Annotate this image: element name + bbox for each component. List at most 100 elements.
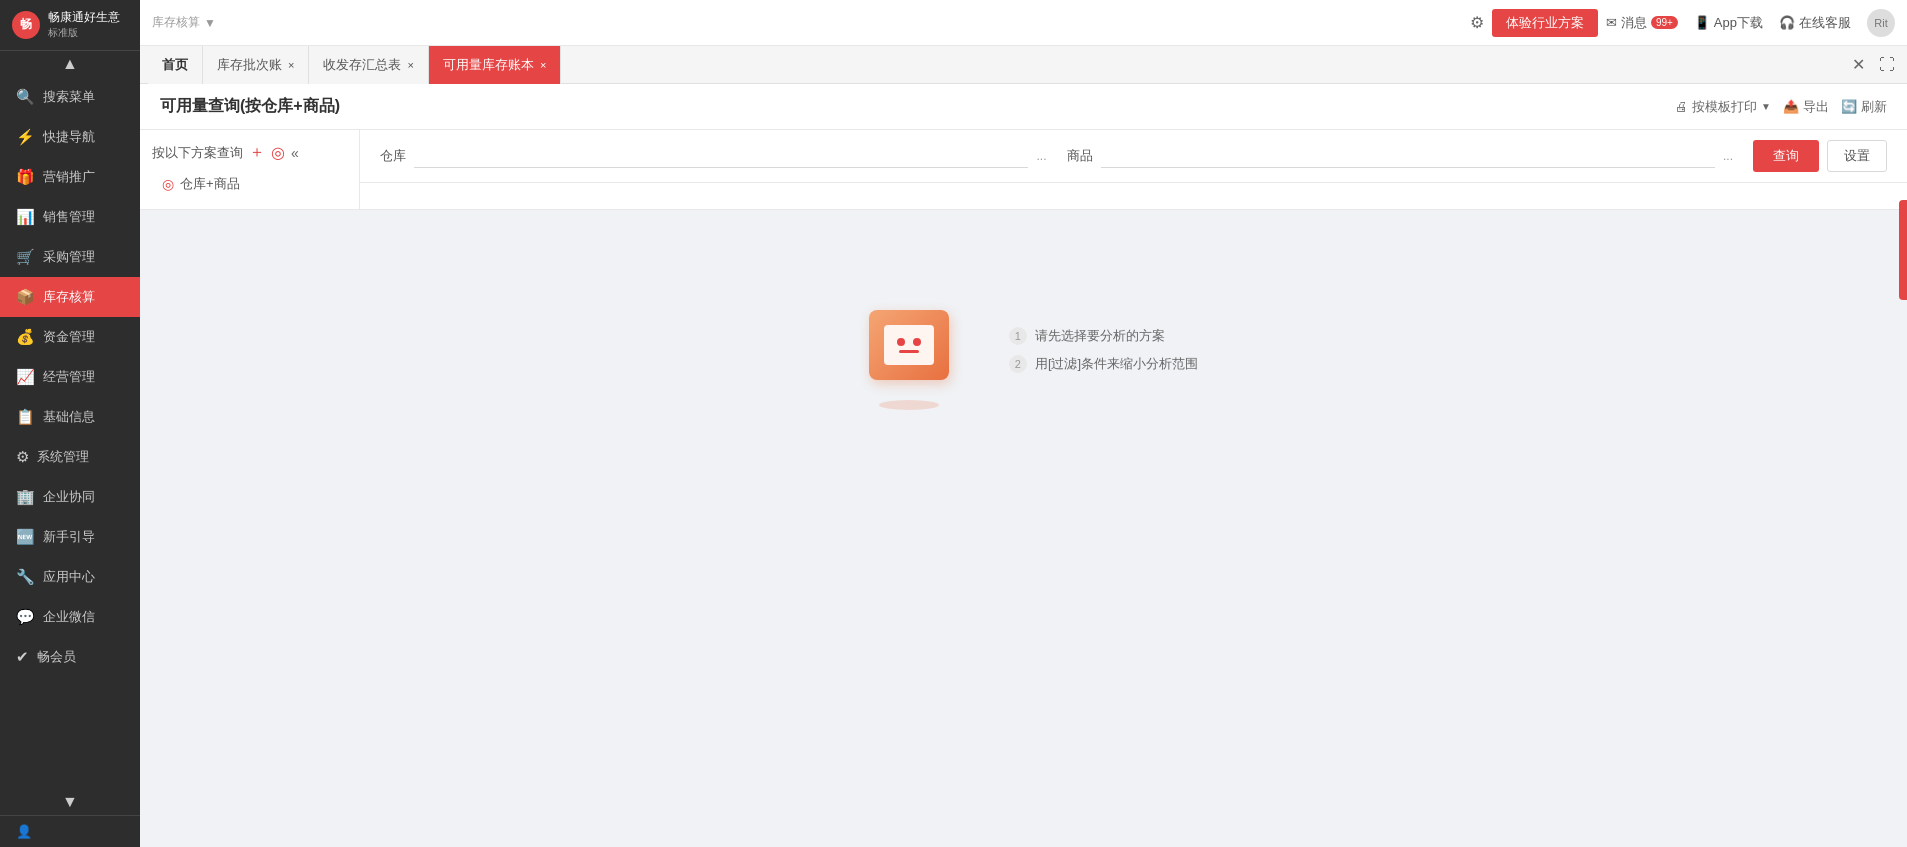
query-action-buttons: 查询 设置	[1753, 140, 1887, 172]
sidebar-item-appcenter[interactable]: 🔧 应用中心	[0, 557, 140, 597]
appcenter-icon: 🔧	[16, 568, 35, 586]
print-icon: 🖨	[1675, 99, 1688, 114]
sidebar-item-wechat[interactable]: 💬 企业微信	[0, 597, 140, 637]
goods-label: 商品	[1067, 147, 1093, 165]
online-service-button[interactable]: 🎧 在线客服	[1779, 14, 1851, 32]
user-info[interactable]: Rit	[1867, 9, 1895, 37]
guide-icon: 🆕	[16, 528, 35, 546]
goods-input[interactable]	[1101, 144, 1715, 168]
query-button[interactable]: 查询	[1753, 140, 1819, 172]
warehouse-more-button[interactable]: ...	[1036, 149, 1046, 163]
page-header-actions: 🖨 按模板打印 ▼ 📤 导出 🔄 刷新	[1675, 98, 1887, 116]
robot-face	[884, 325, 934, 365]
sidebar-logo: 畅 畅康通好生意 标准版	[0, 0, 140, 51]
robot-eye-right	[913, 338, 921, 346]
sidebar-item-sales-label: 销售管理	[43, 208, 95, 226]
tip-text-2: 用[过滤]条件来缩小分析范围	[1035, 355, 1198, 373]
vip-icon: ✔	[16, 648, 29, 666]
filter-query-area: 按以下方案查询 ＋ ◎ « ◎ 仓库+商品 仓库	[140, 130, 1907, 210]
sidebar-item-appcenter-label: 应用中心	[43, 568, 95, 586]
empty-state-content: 1 请先选择要分析的方案 2 用[过滤]条件来缩小分析范围	[849, 290, 1198, 410]
refresh-button[interactable]: 🔄 刷新	[1841, 98, 1887, 116]
goods-more-button[interactable]: ...	[1723, 149, 1733, 163]
tab-home[interactable]: 首页	[148, 46, 203, 84]
filter-scheme-warehouse-goods[interactable]: ◎ 仓库+商品	[152, 171, 347, 197]
page-header: 可用量查询(按仓库+商品) 🖨 按模板打印 ▼ 📤 导出 🔄 刷新	[140, 84, 1907, 130]
tip-text-1: 请先选择要分析的方案	[1035, 327, 1165, 345]
print-button[interactable]: 🖨 按模板打印 ▼	[1675, 98, 1771, 116]
export-icon: 📤	[1783, 99, 1799, 114]
inventory-icon: 📦	[16, 288, 35, 306]
sidebar-item-sales[interactable]: 📊 销售管理	[0, 197, 140, 237]
sidebar-item-inventory[interactable]: 📦 库存核算	[0, 277, 140, 317]
sidebar-item-finance-label: 资金管理	[43, 328, 95, 346]
sidebar: 畅 畅康通好生意 标准版 ▲ 🔍 搜索菜单 ⚡ 快捷导航 🎁 营销推广 📊 销售…	[0, 0, 140, 847]
tabs-expand-button[interactable]: ⛶	[1875, 52, 1899, 78]
sidebar-scroll-up[interactable]: ▲	[0, 51, 140, 77]
empty-state: 1 请先选择要分析的方案 2 用[过滤]条件来缩小分析范围	[140, 210, 1907, 490]
messages-badge: 99+	[1651, 16, 1678, 29]
filter-header: 按以下方案查询 ＋ ◎ «	[152, 142, 347, 163]
export-label: 导出	[1803, 98, 1829, 116]
sidebar-item-vip[interactable]: ✔ 畅会员	[0, 637, 140, 677]
tab-receipt-summary-close[interactable]: ×	[407, 59, 413, 71]
sidebar-item-inventory-label: 库存核算	[43, 288, 95, 306]
breadcrumb-dropdown-icon[interactable]: ▼	[204, 16, 216, 30]
topbar-right-actions: ✉ 消息 99+ 📱 App下载 🎧 在线客服 Rit	[1606, 9, 1895, 37]
online-service-icon: 🎧	[1779, 15, 1795, 30]
export-button[interactable]: 📤 导出	[1783, 98, 1829, 116]
sidebar-item-search[interactable]: 🔍 搜索菜单	[0, 77, 140, 117]
tabs-close-all-button[interactable]: ✕	[1848, 51, 1869, 78]
page-title: 可用量查询(按仓库+商品)	[160, 96, 340, 117]
settings-button[interactable]: 设置	[1827, 140, 1887, 172]
tab-available-inventory[interactable]: 可用量库存账本 ×	[429, 46, 561, 84]
messages-icon: ✉	[1606, 15, 1617, 30]
user-avatar: Rit	[1867, 9, 1895, 37]
empty-tip-1: 1 请先选择要分析的方案	[1009, 327, 1198, 345]
app-download-icon: 📱	[1694, 15, 1710, 30]
sidebar-item-shortcut[interactable]: ⚡ 快捷导航	[0, 117, 140, 157]
app-download-button[interactable]: 📱 App下载	[1694, 14, 1763, 32]
warehouse-input[interactable]	[414, 144, 1028, 168]
search-icon: 🔍	[16, 88, 35, 106]
filter-add-button[interactable]: ＋	[249, 142, 265, 163]
online-service-label: 在线客服	[1799, 14, 1851, 32]
sidebar-nav: 🔍 搜索菜单 ⚡ 快捷导航 🎁 营销推广 📊 销售管理 🛒 采购管理 📦 库存核…	[0, 77, 140, 789]
tab-inventory-batch[interactable]: 库存批次账 ×	[203, 46, 309, 84]
filter-settings-button[interactable]: ◎	[271, 143, 285, 162]
sidebar-scroll-down[interactable]: ▼	[0, 789, 140, 815]
sidebar-item-finance[interactable]: 💰 资金管理	[0, 317, 140, 357]
refresh-label: 刷新	[1861, 98, 1887, 116]
print-dropdown-icon: ▼	[1761, 101, 1771, 112]
sidebar-item-purchase[interactable]: 🛒 采购管理	[0, 237, 140, 277]
sidebar-item-enterprise[interactable]: 🏢 企业协同	[0, 477, 140, 517]
query-fields-row: 仓库 ... 商品 ... 查询 设置	[360, 130, 1907, 183]
sidebar-item-marketing-label: 营销推广	[43, 168, 95, 186]
sidebar-user[interactable]: 👤	[0, 815, 140, 847]
tab-bar: 首页 库存批次账 × 收发存汇总表 × 可用量库存账本 × ✕ ⛶	[140, 46, 1907, 84]
filter-label: 按以下方案查询	[152, 144, 243, 162]
sidebar-item-system[interactable]: ⚙ 系统管理	[0, 437, 140, 477]
finance-icon: 💰	[16, 328, 35, 346]
robot-body	[869, 310, 949, 380]
right-scrollbar[interactable]	[1899, 200, 1907, 300]
sidebar-item-enterprise-label: 企业协同	[43, 488, 95, 506]
page-content: 可用量查询(按仓库+商品) 🖨 按模板打印 ▼ 📤 导出 🔄 刷新	[140, 84, 1907, 847]
sidebar-item-basics[interactable]: 📋 基础信息	[0, 397, 140, 437]
purchase-icon: 🛒	[16, 248, 35, 266]
tab-receipt-summary[interactable]: 收发存汇总表 ×	[309, 46, 428, 84]
tab-inventory-batch-close[interactable]: ×	[288, 59, 294, 71]
industry-solution-button[interactable]: 体验行业方案	[1492, 9, 1598, 37]
robot-eyes	[897, 338, 921, 346]
tab-receipt-summary-label: 收发存汇总表	[323, 56, 401, 74]
refresh-icon: 🔄	[1841, 99, 1857, 114]
tip-num-2: 2	[1009, 355, 1027, 373]
sidebar-item-guide[interactable]: 🆕 新手引导	[0, 517, 140, 557]
filter-collapse-button[interactable]: «	[291, 145, 299, 161]
sidebar-item-search-label: 搜索菜单	[43, 88, 95, 106]
sidebar-item-operations[interactable]: 📈 经营管理	[0, 357, 140, 397]
sidebar-item-marketing[interactable]: 🎁 营销推广	[0, 157, 140, 197]
topbar-gear-icon[interactable]: ⚙	[1470, 13, 1484, 32]
messages-button[interactable]: ✉ 消息 99+	[1606, 14, 1678, 32]
tab-available-inventory-close[interactable]: ×	[540, 59, 546, 71]
